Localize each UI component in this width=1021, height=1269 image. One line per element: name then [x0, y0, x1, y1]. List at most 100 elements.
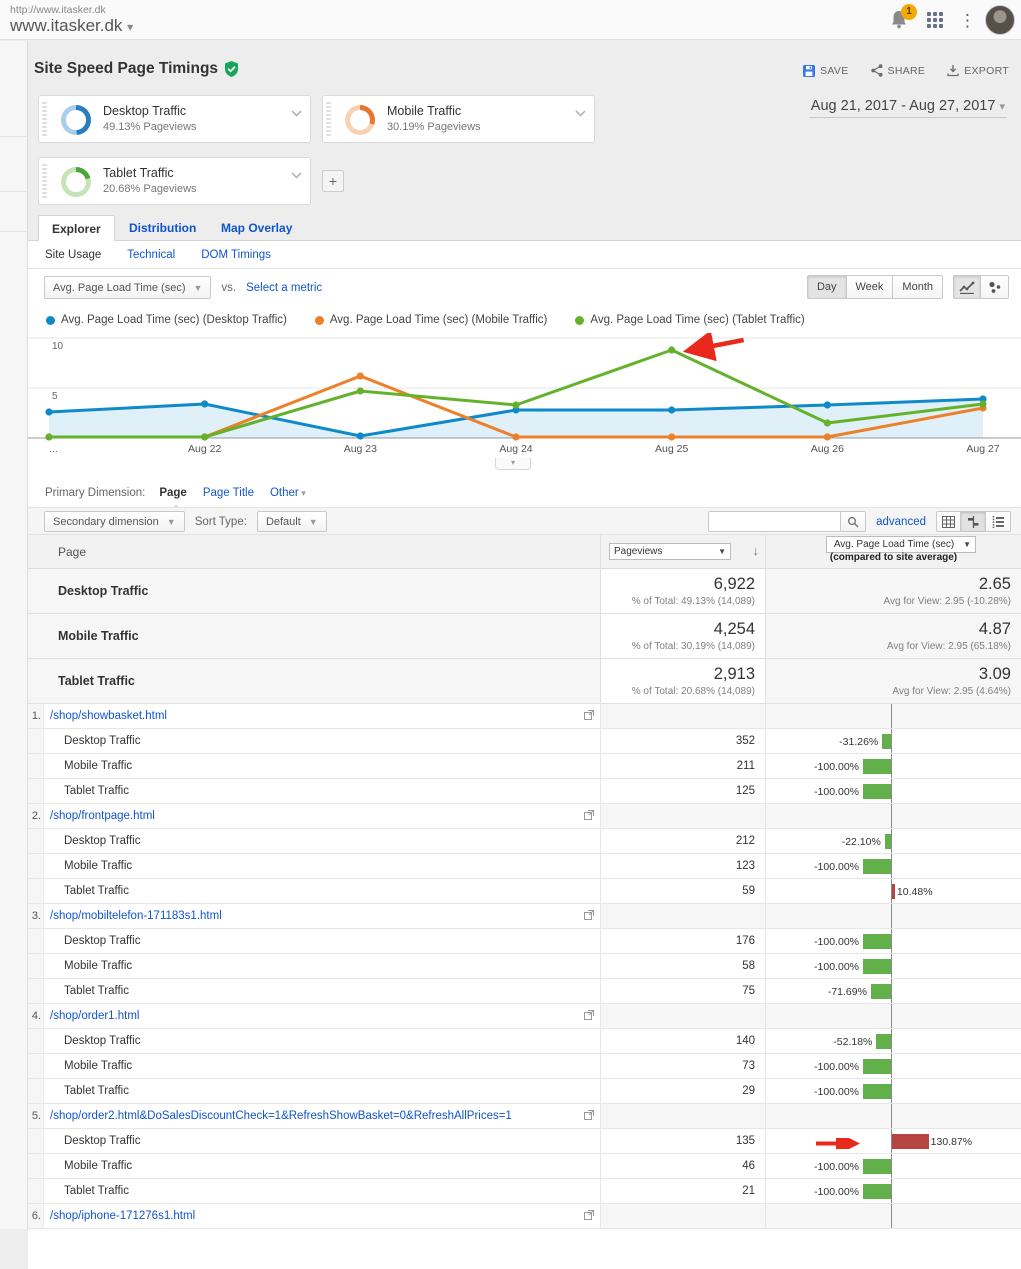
sort-type-select[interactable]: Default ▼: [256, 511, 327, 532]
bar-axis-line: [891, 1079, 892, 1103]
page-url-link[interactable]: /shop/showbasket.html: [50, 710, 167, 722]
comparison-bar-cell: 130.87%: [765, 1129, 1021, 1156]
report-tabs: Explorer Distribution Map Overlay: [28, 215, 1021, 242]
secondary-dimension-button[interactable]: Secondary dimension ▼: [44, 511, 185, 532]
bar-axis-line: [891, 1029, 892, 1053]
granularity-day[interactable]: Day: [806, 275, 847, 299]
chevron-down-icon[interactable]: [291, 104, 302, 122]
table-toolbar: Secondary dimension ▼ Sort Type: Default…: [28, 507, 1021, 535]
row-index: [28, 729, 44, 753]
pivot-view-button[interactable]: [986, 511, 1011, 532]
advanced-filter-link[interactable]: advanced: [876, 516, 926, 528]
pageviews-cell: 352: [600, 729, 765, 753]
primary-dimension-other[interactable]: Other ▾: [270, 487, 306, 499]
data-table-view-button[interactable]: [936, 511, 961, 532]
tab-map-overlay[interactable]: Map Overlay: [208, 215, 305, 241]
comparison-bar-cell: -71.69%: [765, 979, 1021, 1003]
metric-select-label: Avg. Page Load Time (sec): [53, 281, 186, 294]
comparison-bar: [863, 934, 891, 949]
chevron-down-icon[interactable]: [575, 104, 586, 122]
subtab-technical[interactable]: Technical: [127, 249, 175, 261]
primary-dimension-label: Primary Dimension:: [45, 487, 146, 499]
table-row: Tablet Traffic 59 10.48%: [28, 879, 1021, 904]
comparison-bar: [863, 1059, 891, 1074]
comparison-bar-cell: -31.26%: [765, 729, 1021, 753]
open-in-new-icon[interactable]: [584, 807, 594, 825]
comparison-view-button[interactable]: [961, 511, 986, 532]
legend-label: Avg. Page Load Time (sec) (Mobile Traffi…: [329, 314, 548, 326]
page-url-link[interactable]: /shop/mobiltelefon-171183s1.html: [50, 910, 222, 922]
open-in-new-icon[interactable]: [584, 907, 594, 925]
sort-descending-icon[interactable]: ↓: [753, 543, 760, 558]
comparison-bar-cell: -100.00%: [765, 1054, 1021, 1078]
export-icon: [947, 65, 959, 77]
pivot-icon: [992, 515, 1004, 528]
svg-text:Aug 27: Aug 27: [966, 443, 999, 455]
search-button[interactable]: [840, 511, 867, 532]
row-index: 2.: [28, 804, 44, 828]
subtab-site-usage[interactable]: Site Usage: [45, 249, 101, 261]
avatar[interactable]: [985, 5, 1015, 35]
collapsed-nav-rail[interactable]: [0, 41, 28, 1229]
share-button[interactable]: SHARE: [870, 64, 926, 77]
chevron-down-icon: ▼: [308, 516, 318, 527]
granularity-week[interactable]: Week: [846, 275, 894, 299]
page-url-link[interactable]: /shop/frontpage.html: [50, 810, 155, 822]
subtab-dom-timings[interactable]: DOM Timings: [201, 249, 271, 261]
select-metric-link[interactable]: Select a metric: [246, 282, 322, 294]
tab-explorer[interactable]: Explorer: [38, 215, 115, 242]
table-row: Mobile Traffic 46 -100.00%: [28, 1154, 1021, 1179]
page-url-link[interactable]: /shop/order1.html: [50, 1010, 140, 1022]
tab-distribution[interactable]: Distribution: [116, 215, 209, 241]
page-url-link[interactable]: /shop/order2.html&DoSalesDiscountCheck=1…: [50, 1110, 512, 1122]
bar-axis-line: [891, 1179, 892, 1203]
metric-select[interactable]: Avg. Page Load Time (sec) ▼: [44, 276, 212, 299]
table-search-input[interactable]: [708, 511, 841, 532]
explorer-panel: Site Usage Technical DOM Timings Avg. Page…: [28, 241, 1021, 1269]
motion-chart-view-button[interactable]: [981, 275, 1009, 299]
overflow-menu-icon[interactable]: ⋮: [959, 12, 976, 29]
segment-donut-icon: [345, 105, 375, 135]
primary-dimension-page-title[interactable]: Page Title: [203, 487, 254, 499]
metric-group-nav: Site Usage Technical DOM Timings: [28, 241, 1021, 269]
comparison-value: -52.18%: [833, 1036, 873, 1048]
avg-subtext: Avg for View: 2.95 (65.18%): [886, 641, 1011, 652]
chevron-down-icon[interactable]: [291, 166, 302, 184]
add-segment-button[interactable]: +: [322, 170, 344, 192]
open-in-new-icon[interactable]: [584, 707, 594, 725]
primary-dimension-page[interactable]: Page: [159, 487, 187, 508]
timeseries-chart[interactable]: 5 10... Aug 22 Aug 23 Aug 24 Aug 25 Aug 26 Aug …: [28, 330, 1021, 479]
page-url-link[interactable]: /shop/iphone-171276s1.html: [50, 1210, 195, 1222]
save-button[interactable]: SAVE: [803, 64, 848, 77]
open-in-new-icon[interactable]: [584, 1207, 594, 1225]
open-in-new-icon[interactable]: [584, 1107, 594, 1125]
table-row: Mobile Traffic 123 -100.00%: [28, 854, 1021, 879]
notifications-button[interactable]: 1: [889, 4, 917, 32]
group-pageviews-cell: [600, 704, 765, 728]
granularity-month[interactable]: Month: [893, 275, 943, 299]
date-range-selector[interactable]: Aug 21, 2017 - Aug 27, 2017 ▾: [808, 98, 1007, 118]
row-index: [28, 1029, 44, 1053]
table-group-row: 5. /shop/order2.html&DoSalesDiscountCheck…: [28, 1104, 1021, 1129]
bar-axis-line: [891, 804, 892, 828]
line-chart-view-button[interactable]: [953, 275, 981, 299]
segment-card-desktop[interactable]: Desktop Traffic 49.13% Pageviews: [38, 95, 311, 143]
table-grid-icon: [942, 515, 955, 528]
legend-item: Avg. Page Load Time (sec) (Tablet Traffi…: [575, 314, 805, 326]
pageviews-cell: 140: [600, 1029, 765, 1053]
avg-load-time-select[interactable]: Avg. Page Load Time (sec) ▼: [826, 536, 976, 553]
chart-collapse-handle[interactable]: ▾: [495, 458, 531, 470]
row-index: [28, 954, 44, 978]
export-button[interactable]: EXPORT: [947, 64, 1009, 77]
apps-grid-icon[interactable]: [927, 12, 943, 28]
comparison-bars-icon: [967, 515, 978, 528]
row-index: [28, 754, 44, 778]
pageviews-metric-select[interactable]: Pageviews ▼: [609, 543, 731, 560]
column-header-page[interactable]: Page: [28, 535, 600, 568]
chevron-down-icon: ▾: [298, 488, 306, 498]
annotation-arrow: [814, 1131, 860, 1156]
segment-card-mobile[interactable]: Mobile Traffic 30.19% Pageviews: [322, 95, 595, 143]
account-selector[interactable]: www.itasker.dk ▾: [10, 16, 133, 36]
open-in-new-icon[interactable]: [584, 1007, 594, 1025]
segment-card-tablet[interactable]: Tablet Traffic 20.68% Pageviews: [38, 157, 311, 205]
